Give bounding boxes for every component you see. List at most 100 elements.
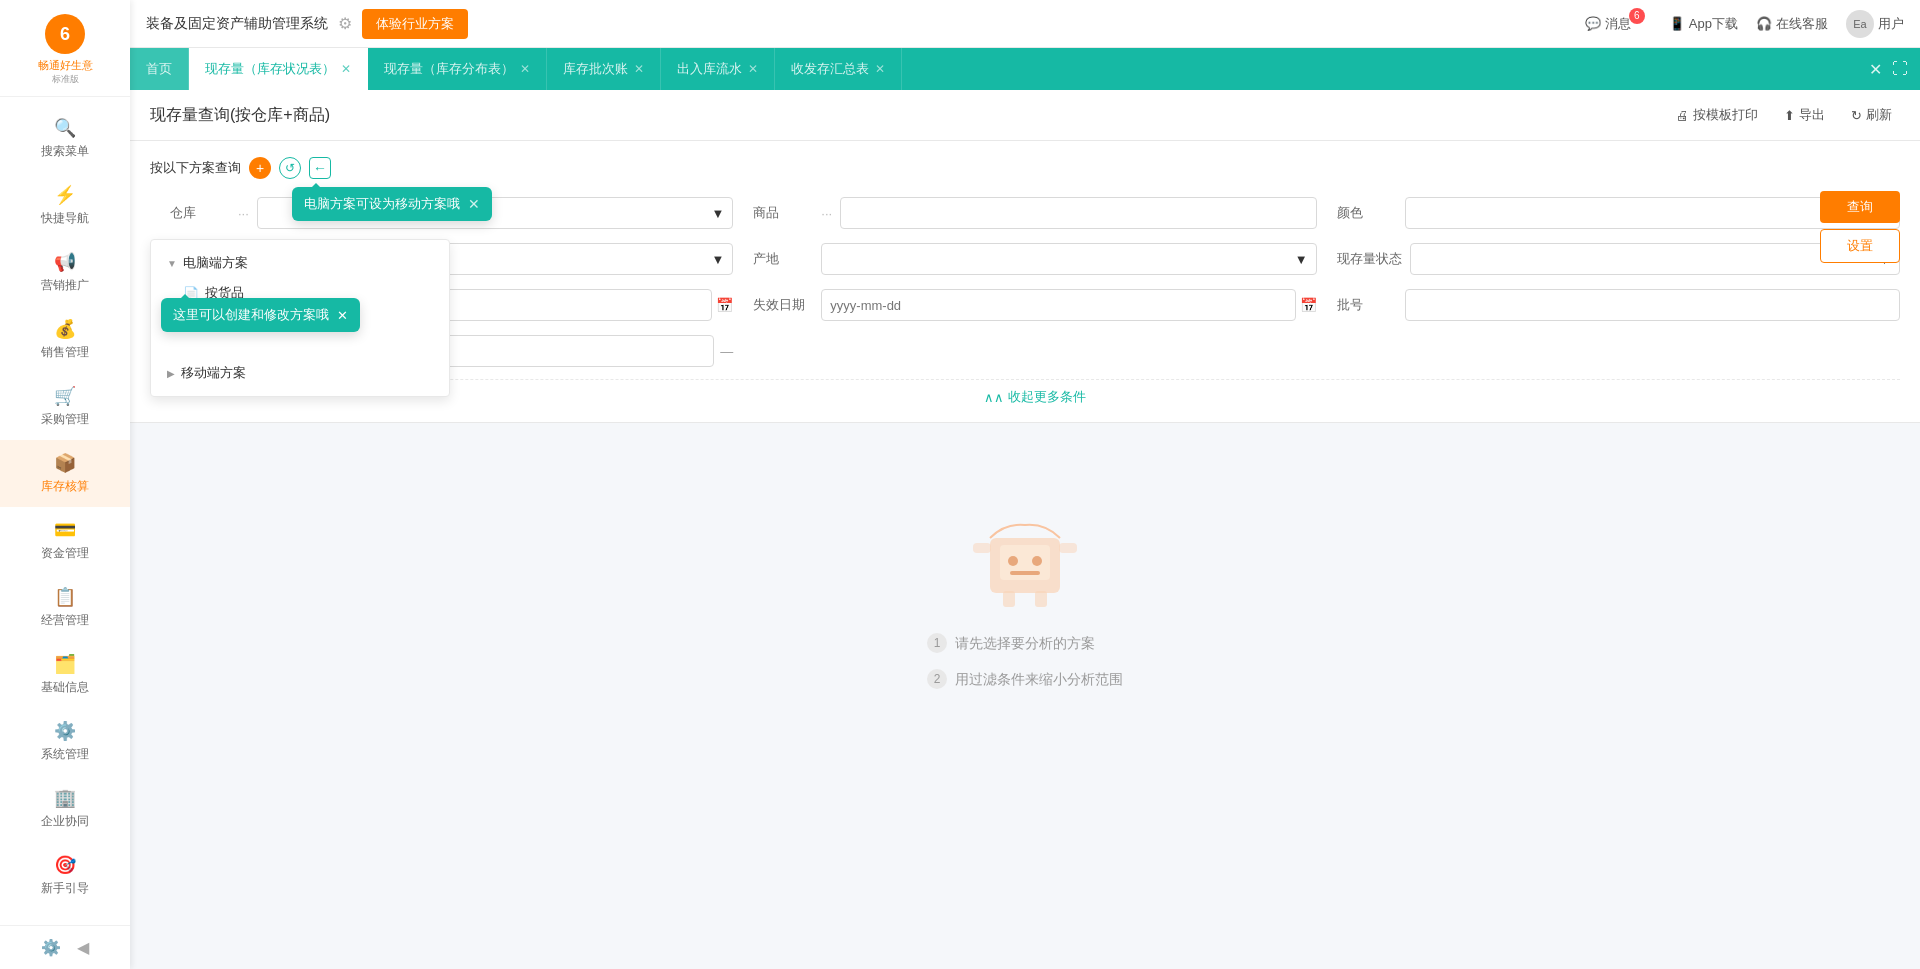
topbar-online-support[interactable]: 🎧 在线客服 <box>1756 15 1828 33</box>
logo-badge: 标准版 <box>52 73 79 86</box>
purchase-icon: 🛒 <box>54 385 76 407</box>
sidebar-item-basic[interactable]: 🗂️ 基础信息 <box>0 641 130 708</box>
sidebar-item-operations-label: 经营管理 <box>41 612 89 629</box>
sidebar-item-marketing[interactable]: 📢 营销推广 <box>0 239 130 306</box>
support-icon: 🎧 <box>1756 16 1772 31</box>
tab-batch-ledger[interactable]: 库存批次账 ✕ <box>547 48 661 90</box>
print-template-label: 按模板打印 <box>1693 106 1758 124</box>
filter-row-origin: 产地 ▼ <box>753 243 1316 275</box>
sidebar: 6 畅通好生意 标准版 🔍 搜索菜单 ⚡ 快捷导航 📢 营销推广 💰 销售管理 … <box>0 0 130 969</box>
tab-batch-ledger-close[interactable]: ✕ <box>634 62 644 76</box>
sidebar-collapse-btn[interactable]: ◀ <box>77 938 89 957</box>
desktop-scheme-group[interactable]: ▼ 电脑端方案 <box>151 248 449 278</box>
collapse-btn[interactable]: ∧∧ 收起更多条件 <box>984 388 1086 406</box>
scheme-popup-close[interactable]: ✕ <box>468 196 480 212</box>
tabbar-close-btn[interactable]: ✕ <box>1869 60 1882 79</box>
origin-label: 产地 <box>753 250 813 268</box>
refresh-btn[interactable]: ↻ 刷新 <box>1843 102 1900 128</box>
sidebar-item-finance[interactable]: 💳 资金管理 <box>0 507 130 574</box>
edit-popup-text: 这里可以创建和修改方案哦 <box>173 306 329 324</box>
print-template-btn[interactable]: 🖨 按模板打印 <box>1668 102 1766 128</box>
filter-cycle-btn[interactable]: ↺ <box>279 157 301 179</box>
goods-select[interactable] <box>840 197 1316 229</box>
setting-btn[interactable]: 设置 <box>1820 229 1900 263</box>
industry-btn[interactable]: 体验行业方案 <box>362 9 468 39</box>
online-support-label: 在线客服 <box>1776 15 1828 33</box>
empty-step1: 1 请先选择要分析的方案 <box>927 629 1123 657</box>
topbar-app-download[interactable]: 📱 App下载 <box>1669 15 1738 33</box>
tabbar-fullscreen-btn[interactable]: ⛶ <box>1892 60 1908 78</box>
sidebar-item-guide[interactable]: 🎯 新手引导 <box>0 842 130 909</box>
sidebar-item-inventory[interactable]: 📦 库存核算 <box>0 440 130 507</box>
sidebar-settings-btn[interactable]: ⚙️ <box>41 938 61 957</box>
collapse-label: 收起更多条件 <box>1008 388 1086 406</box>
export-icon: ⬆ <box>1784 108 1795 123</box>
svg-point-3 <box>1032 556 1042 566</box>
tab-receive-summary-label: 收发存汇总表 <box>791 60 869 78</box>
tab-inventory-dist[interactable]: 现存量（库存分布表） ✕ <box>368 48 547 90</box>
export-btn[interactable]: ⬆ 导出 <box>1776 102 1833 128</box>
tab-inout-flow-close[interactable]: ✕ <box>748 62 758 76</box>
filter-row-batch-no: 批号 <box>1337 289 1900 321</box>
sidebar-item-marketing-label: 营销推广 <box>41 277 89 294</box>
filter-area: 按以下方案查询 + ↺ ← 电脑方案可设为移动方案哦 ✕ ▼ 电脑端方案 <box>130 141 1920 423</box>
sidebar-item-operations[interactable]: 📋 经营管理 <box>0 574 130 641</box>
sidebar-item-purchase[interactable]: 🛒 采购管理 <box>0 373 130 440</box>
tab-receive-summary-close[interactable]: ✕ <box>875 62 885 76</box>
scheme-popup-text: 电脑方案可设为移动方案哦 <box>304 195 460 213</box>
topbar-user[interactable]: Ea 用户 <box>1846 10 1904 38</box>
edit-scheme-popup: 这里可以创建和修改方案哦 ✕ <box>161 298 360 332</box>
mobile-scheme-group[interactable]: ▶ 移动端方案 <box>151 358 449 388</box>
search-btn[interactable]: 查询 <box>1820 191 1900 223</box>
empty-state: 1 请先选择要分析的方案 2 用过滤条件来缩小分析范围 <box>130 423 1920 773</box>
sidebar-item-finance-label: 资金管理 <box>41 545 89 562</box>
sidebar-item-quicknav[interactable]: ⚡ 快捷导航 <box>0 172 130 239</box>
sidebar-item-search-label: 搜索菜单 <box>41 143 89 160</box>
step2-num: 2 <box>927 669 947 689</box>
guide-icon: 🎯 <box>54 854 76 876</box>
batch-no-input[interactable] <box>1405 289 1900 321</box>
tabbar-actions: ✕ ⛶ <box>1857 48 1920 90</box>
print-icon: 🖨 <box>1676 108 1689 123</box>
tab-inout-flow[interactable]: 出入库流水 ✕ <box>661 48 775 90</box>
filter-arrow-btn[interactable]: ← <box>309 157 331 179</box>
tab-inventory-dist-close[interactable]: ✕ <box>520 62 530 76</box>
message-badge: 6 <box>1629 8 1645 24</box>
tab-inventory-dist-label: 现存量（库存分布表） <box>384 60 514 78</box>
page-title: 现存量查询(按仓库+商品) <box>150 105 330 126</box>
empty-svg <box>965 503 1085 613</box>
tab-receive-summary[interactable]: 收发存汇总表 ✕ <box>775 48 902 90</box>
production-date-calendar-icon[interactable]: 📅 <box>716 297 733 313</box>
enterprise-icon: 🏢 <box>54 787 76 809</box>
topbar-message[interactable]: 💬 消息 6 <box>1585 15 1651 33</box>
tab-inventory-status-close[interactable]: ✕ <box>341 62 351 76</box>
filter-add-btn[interactable]: + <box>249 157 271 179</box>
mobile-expand-icon: ▶ <box>167 368 175 379</box>
expiry-date-input[interactable] <box>821 289 1295 321</box>
origin-select[interactable]: ▼ <box>821 243 1316 275</box>
export-label: 导出 <box>1799 106 1825 124</box>
sidebar-item-sales[interactable]: 💰 销售管理 <box>0 306 130 373</box>
sidebar-item-system[interactable]: ⚙️ 系统管理 <box>0 708 130 775</box>
topbar-right: 💬 消息 6 📱 App下载 🎧 在线客服 Ea 用户 <box>1585 10 1904 38</box>
topbar-settings-icon[interactable]: ⚙ <box>338 14 352 33</box>
refresh-icon: ↻ <box>1851 108 1862 123</box>
empty-illustration <box>965 503 1085 613</box>
sidebar-item-search[interactable]: 🔍 搜索菜单 <box>0 105 130 172</box>
sidebar-item-inventory-label: 库存核算 <box>41 478 89 495</box>
svg-point-2 <box>1008 556 1018 566</box>
expiry-date-calendar-icon[interactable]: 📅 <box>1300 297 1317 313</box>
goods-dots[interactable]: ··· <box>821 206 832 221</box>
goods-label: 商品 <box>753 204 813 222</box>
tab-inventory-status[interactable]: 现存量（库存状况表） ✕ <box>189 48 368 90</box>
sidebar-item-enterprise[interactable]: 🏢 企业协同 <box>0 775 130 842</box>
warehouse-dots[interactable]: ··· <box>238 206 249 221</box>
tab-home[interactable]: 首页 <box>130 48 189 90</box>
svg-rect-7 <box>973 543 991 553</box>
tab-batch-ledger-label: 库存批次账 <box>563 60 628 78</box>
quicknav-icon: ⚡ <box>54 184 76 206</box>
color-label: 颜色 <box>1337 204 1397 222</box>
svg-rect-6 <box>1035 591 1047 607</box>
sidebar-logo: 6 畅通好生意 标准版 <box>0 0 130 97</box>
edit-popup-close[interactable]: ✕ <box>337 308 348 323</box>
